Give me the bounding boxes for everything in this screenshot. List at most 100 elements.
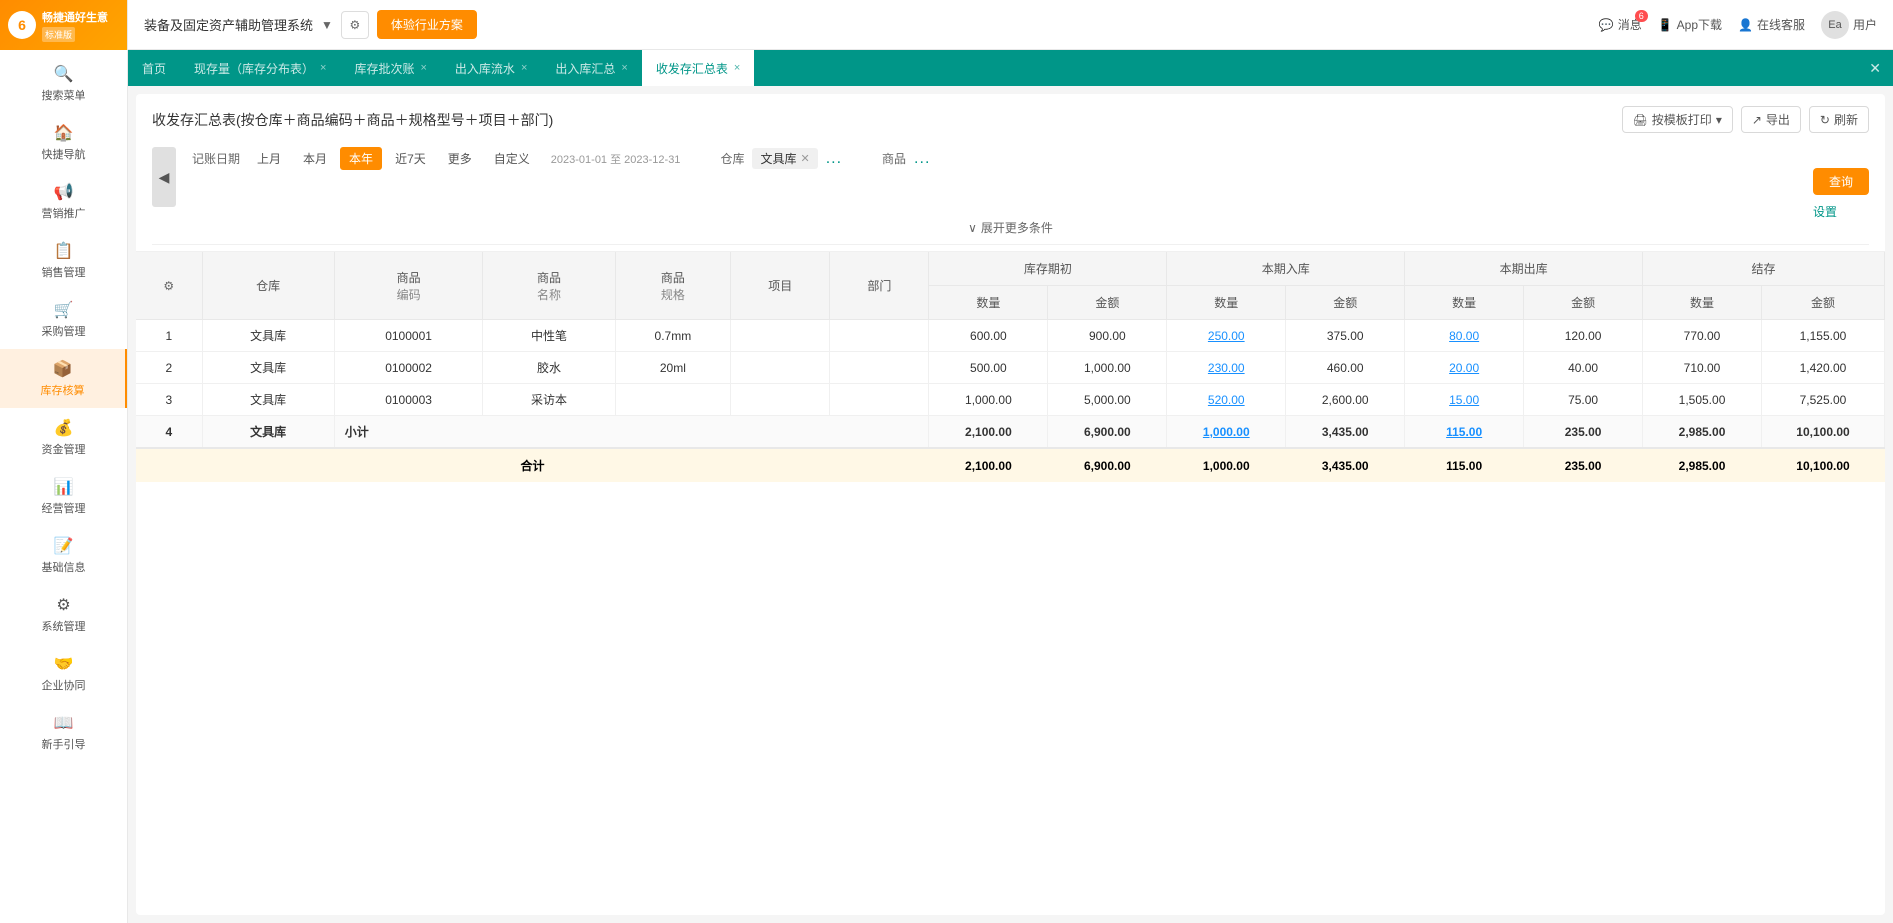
settings-icon-btn[interactable]: ⚙ — [341, 11, 369, 39]
row-code: 0100001 — [334, 320, 483, 352]
out-qty-header: 数量 — [1405, 286, 1524, 320]
query-button[interactable]: 查询 — [1813, 168, 1869, 195]
sidebar-item-marketing[interactable]: 📢营销推广 — [0, 172, 127, 231]
sidebar-item-cooperation[interactable]: 🤝企业协同 — [0, 644, 127, 703]
app-download-btn[interactable]: 📱 App下载 — [1658, 16, 1722, 33]
row-warehouse: 文具库 — [202, 320, 334, 352]
sidebar-item-finance[interactable]: 💰资金管理 — [0, 408, 127, 467]
sidebar-item-label: 营销推广 — [42, 205, 86, 221]
operation-icon: 📊 — [54, 477, 74, 497]
row-in-qty[interactable]: 250.00 — [1167, 320, 1286, 352]
total-out-qty: 115.00 — [1405, 448, 1524, 482]
row-in-qty[interactable]: 230.00 — [1167, 352, 1286, 384]
sidebar-item-inventory[interactable]: 📦库存核算 — [0, 349, 127, 408]
sidebar-menu: 🔍搜索菜单🏠快捷导航📢营销推广📋销售管理🛒采购管理📦库存核算💰资金管理📊经营管理… — [0, 50, 127, 923]
closing-group-header: 结存 — [1643, 252, 1885, 286]
row-out-qty[interactable]: 80.00 — [1405, 320, 1524, 352]
date-btn-近7天[interactable]: 近7天 — [386, 147, 435, 170]
warehouse-tag-close[interactable]: ✕ — [800, 152, 809, 165]
expand-arrow-icon: ∨ — [968, 221, 977, 235]
date-btn-更多[interactable]: 更多 — [439, 147, 481, 170]
logo-icon: 6 — [8, 11, 36, 39]
row-close-qty: 1,505.00 — [1643, 384, 1762, 416]
row-name: 中性笔 — [483, 320, 615, 352]
in-amt-header: 金额 — [1286, 286, 1405, 320]
row-in-qty[interactable]: 520.00 — [1167, 384, 1286, 416]
row-spec: 0.7mm — [615, 320, 731, 352]
tab-inout-summary[interactable]: 出入库汇总× — [541, 50, 641, 86]
subtotal-in-qty[interactable]: 1,000.00 — [1167, 416, 1286, 449]
cooperation-icon: 🤝 — [54, 654, 74, 674]
date-btn-上月[interactable]: 上月 — [248, 147, 290, 170]
tab-receive-summary[interactable]: 收发存汇总表× — [642, 50, 754, 86]
closing-amt-header: 金额 — [1761, 286, 1884, 320]
tab-close-stock-dist[interactable]: × — [320, 62, 326, 74]
sidebar-item-sales[interactable]: 📋销售管理 — [0, 231, 127, 290]
name-col-header: 商品名称 — [483, 252, 615, 320]
row-out-qty[interactable]: 15.00 — [1405, 384, 1524, 416]
print-template-btn[interactable]: 🖨 按模板打印 ▾ — [1622, 106, 1733, 133]
subtotal-warehouse: 文具库 — [202, 416, 334, 449]
sidebar-item-quick-nav[interactable]: 🏠快捷导航 — [0, 113, 127, 172]
sidebar-item-search[interactable]: 🔍搜索菜单 — [0, 54, 127, 113]
close-all-tabs[interactable]: ✕ — [1857, 60, 1893, 77]
date-btns: 上月本月本年近7天更多自定义 — [248, 147, 539, 170]
date-btn-本月[interactable]: 本月 — [294, 147, 336, 170]
table-row: 3 文具库 0100003 采访本 1,000.00 5,000.00 520.… — [136, 384, 1885, 416]
page-title: 收发存汇总表(按仓库＋商品编码＋商品＋规格型号＋项目＋部门) — [152, 110, 553, 130]
tab-close-inout-summary[interactable]: × — [621, 62, 627, 74]
subtotal-in-amt: 3,435.00 — [1286, 416, 1405, 449]
tab-label: 现存量（库存分布表） — [194, 60, 314, 77]
row-open-qty: 500.00 — [929, 352, 1048, 384]
row-in-amt: 460.00 — [1286, 352, 1405, 384]
export-btn[interactable]: ↗ 导出 — [1741, 106, 1801, 133]
tab-home[interactable]: 首页 — [128, 50, 180, 86]
in-group-header: 本期入库 — [1167, 252, 1405, 286]
subtotal-open-amt: 6,900.00 — [1048, 416, 1167, 449]
page-actions: 🖨 按模板打印 ▾ ↗ 导出 ↻ 刷新 — [1622, 106, 1869, 133]
tab-inout-flow[interactable]: 出入库流水× — [441, 50, 541, 86]
message-btn[interactable]: 💬 消息 6 — [1599, 16, 1642, 33]
tab-stock-dist[interactable]: 现存量（库存分布表） × — [180, 50, 340, 86]
settings-col-header[interactable]: ⚙ — [136, 252, 202, 320]
sidebar-item-system[interactable]: ⚙系统管理 — [0, 585, 127, 644]
filter-collapse-btn[interactable]: ◀ — [152, 147, 176, 207]
date-btn-本年[interactable]: 本年 — [340, 147, 382, 170]
user-avatar: Ea — [1821, 11, 1849, 39]
row-no: 1 — [136, 320, 202, 352]
system-dropdown[interactable]: ▼ — [321, 18, 333, 32]
row-open-amt: 1,000.00 — [1048, 352, 1167, 384]
tab-close-batch[interactable]: × — [420, 62, 426, 74]
sidebar-item-purchase[interactable]: 🛒采购管理 — [0, 290, 127, 349]
table-row: 2 文具库 0100002 胶水 20ml 500.00 1,000.00 23… — [136, 352, 1885, 384]
opening-amt-header: 金额 — [1048, 286, 1167, 320]
row-name: 采访本 — [483, 384, 615, 416]
trial-button[interactable]: 体验行业方案 — [377, 10, 477, 39]
purchase-icon: 🛒 — [54, 300, 74, 320]
sidebar-item-operation[interactable]: 📊经营管理 — [0, 467, 127, 526]
date-btn-自定义[interactable]: 自定义 — [485, 147, 539, 170]
warehouse-more-btn[interactable]: ... — [826, 150, 842, 168]
row-out-qty[interactable]: 20.00 — [1405, 352, 1524, 384]
goods-more-btn[interactable]: ... — [914, 150, 930, 168]
user-area[interactable]: Ea 用户 — [1821, 11, 1877, 39]
date-range: 2023-01-01 至 2023-12-31 — [551, 151, 681, 167]
print-icon: 🖨 — [1633, 113, 1648, 127]
top-header-left: 装备及固定资产辅助管理系统 ▼ ⚙ 体验行业方案 — [144, 10, 477, 39]
total-in-qty: 1,000.00 — [1167, 448, 1286, 482]
sidebar-item-guide[interactable]: 📖新手引导 — [0, 703, 127, 762]
tab-batch[interactable]: 库存批次账× — [340, 50, 440, 86]
tab-close-inout-flow[interactable]: × — [521, 62, 527, 74]
total-close-amt: 10,100.00 — [1761, 448, 1884, 482]
sidebar-item-basic[interactable]: 📝基础信息 — [0, 526, 127, 585]
settings-link[interactable]: 设置 — [1813, 203, 1869, 220]
total-in-amt: 3,435.00 — [1286, 448, 1405, 482]
row-project — [731, 352, 830, 384]
refresh-btn[interactable]: ↻ 刷新 — [1809, 106, 1869, 133]
expand-more-btn[interactable]: ∨ 展开更多条件 — [968, 215, 1053, 240]
tab-close-receive-summary[interactable]: × — [734, 62, 740, 74]
right-action-btns: 查询 设置 — [1813, 168, 1869, 220]
online-service-btn[interactable]: 👤 在线客服 — [1738, 16, 1805, 33]
row-spec — [615, 384, 731, 416]
subtotal-out-qty[interactable]: 115.00 — [1405, 416, 1524, 449]
